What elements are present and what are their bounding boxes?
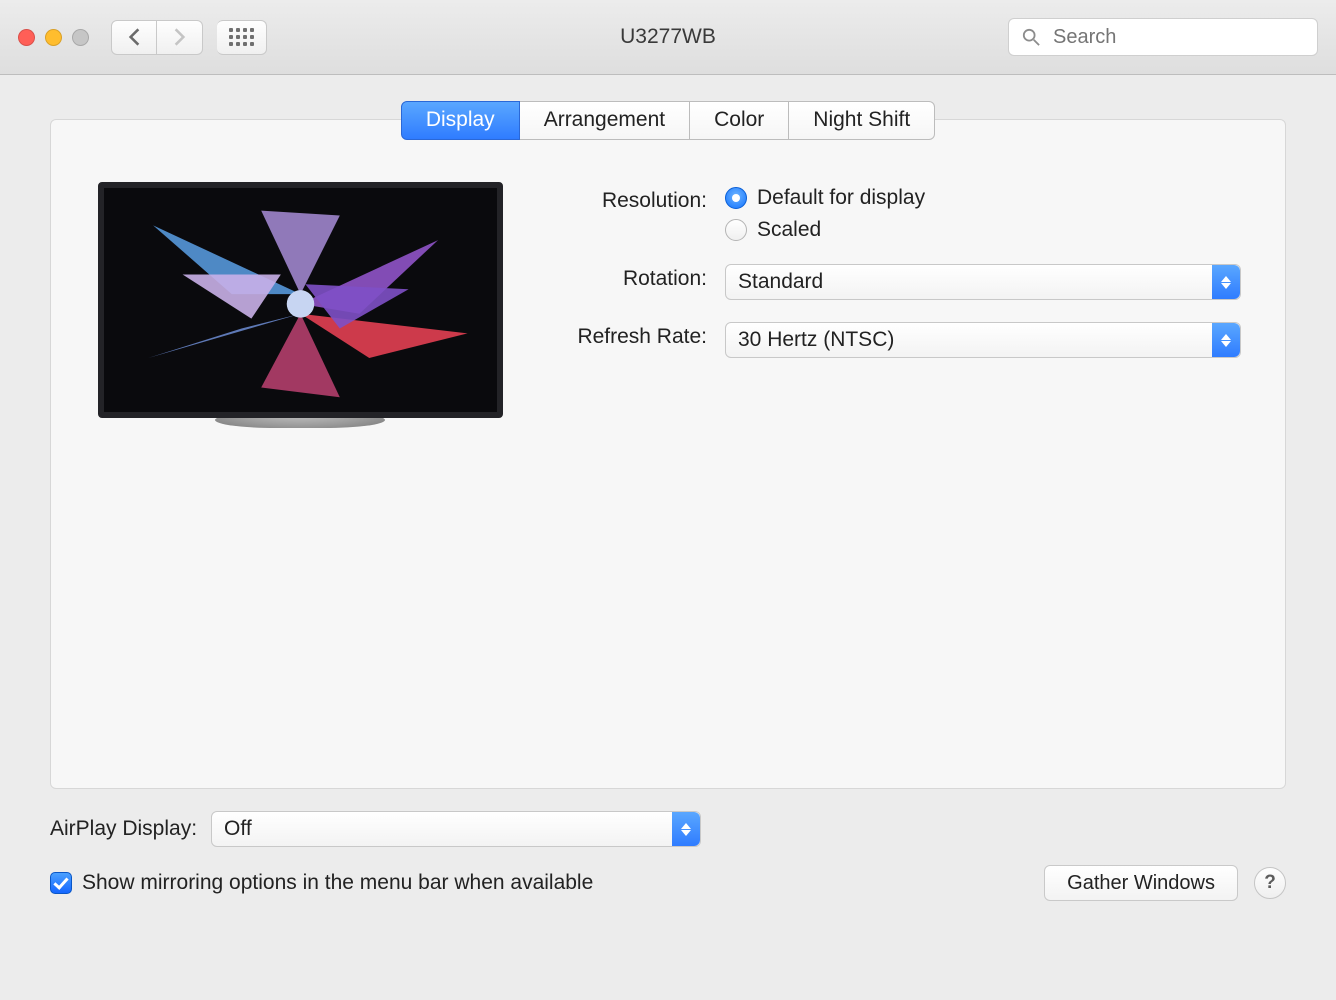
forward-button [157, 20, 203, 55]
minimize-icon[interactable] [45, 29, 62, 46]
search-icon [1022, 28, 1040, 46]
airplay-value: Off [224, 817, 252, 841]
display-preview-screen [98, 182, 503, 418]
mirroring-checkbox[interactable] [50, 872, 72, 894]
tab-night-shift[interactable]: Night Shift [789, 101, 935, 140]
refresh-rate-label: Refresh Rate: [535, 322, 707, 349]
window-toolbar: U3277WB [0, 0, 1336, 75]
resolution-default-radio[interactable]: Default for display [725, 186, 1241, 210]
help-icon: ? [1264, 872, 1276, 894]
tab-bar: Display Arrangement Color Night Shift [50, 101, 1286, 140]
chevron-updown-icon [1212, 265, 1240, 299]
refresh-rate-value: 30 Hertz (NTSC) [738, 328, 894, 352]
radio-unselected-icon [725, 219, 747, 241]
refresh-rate-select[interactable]: 30 Hertz (NTSC) [725, 322, 1241, 358]
gather-windows-button[interactable]: Gather Windows [1044, 865, 1238, 901]
grid-icon[interactable] [217, 20, 267, 55]
resolution-scaled-radio[interactable]: Scaled [725, 218, 1241, 242]
chevron-updown-icon [672, 812, 700, 846]
rotation-value: Standard [738, 270, 823, 294]
resolution-default-label: Default for display [757, 186, 925, 210]
search-input[interactable] [1008, 18, 1318, 56]
nav-back-forward [111, 20, 203, 55]
refresh-rate-row: Refresh Rate: 30 Hertz (NTSC) [535, 322, 1241, 358]
tab-display[interactable]: Display [401, 101, 520, 140]
mirroring-label: Show mirroring options in the menu bar w… [82, 871, 593, 895]
resolution-row: Resolution: Default for display Scaled [535, 186, 1241, 242]
airplay-label: AirPlay Display: [50, 817, 197, 841]
maximize-icon [72, 29, 89, 46]
display-preview [95, 182, 505, 428]
radio-selected-icon [725, 187, 747, 209]
bottom-controls: AirPlay Display: Off Show mirroring opti… [50, 811, 1286, 901]
tab-arrangement[interactable]: Arrangement [520, 101, 690, 140]
airplay-select[interactable]: Off [211, 811, 701, 847]
help-button[interactable]: ? [1254, 867, 1286, 899]
settings-panel: Resolution: Default for display Scaled [50, 119, 1286, 789]
rotation-label: Rotation: [535, 264, 707, 291]
gather-windows-label: Gather Windows [1067, 872, 1215, 895]
rotation-row: Rotation: Standard [535, 264, 1241, 300]
tab-color[interactable]: Color [690, 101, 789, 140]
settings-column: Resolution: Default for display Scaled [535, 182, 1241, 428]
rotation-select[interactable]: Standard [725, 264, 1241, 300]
show-all-button[interactable] [217, 20, 267, 55]
chevron-updown-icon [1212, 323, 1240, 357]
resolution-scaled-label: Scaled [757, 218, 821, 242]
back-button[interactable] [111, 20, 157, 55]
resolution-label: Resolution: [535, 186, 707, 213]
traffic-lights [18, 29, 89, 46]
close-icon[interactable] [18, 29, 35, 46]
search-field[interactable] [1008, 18, 1318, 56]
content-area: Display Arrangement Color Night Shift [0, 75, 1336, 1000]
